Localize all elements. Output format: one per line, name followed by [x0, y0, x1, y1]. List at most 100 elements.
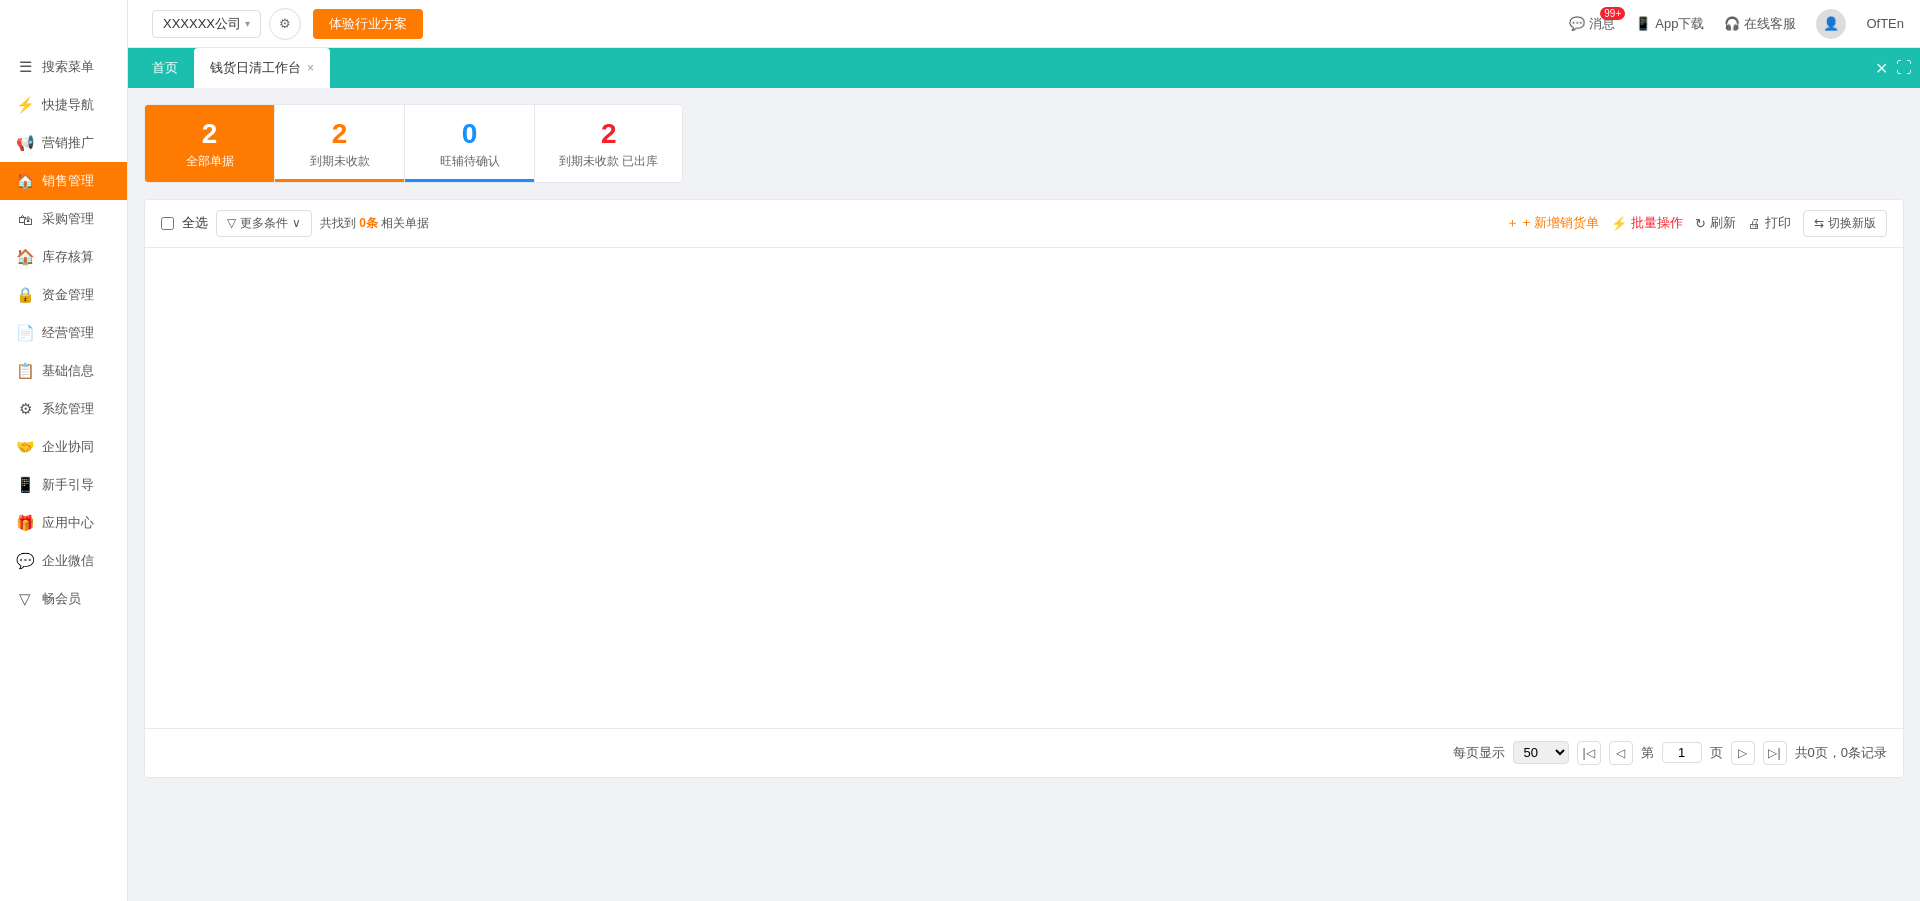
marketing-icon: 📢	[16, 134, 34, 152]
sidebar-item-sales[interactable]: 🏠 销售管理	[0, 162, 127, 200]
sidebar-item-member[interactable]: ▽ 畅会员	[0, 580, 127, 618]
sidebar-label-system: 系统管理	[42, 400, 94, 418]
filter-chevron-icon: ∨	[292, 216, 301, 230]
switch-icon: ⇆	[1814, 216, 1824, 230]
sidebar-item-purchase[interactable]: 🛍 采购管理	[0, 200, 127, 238]
tab-label-1: 钱货日清工作台	[210, 59, 301, 77]
settings-button[interactable]: ⚙	[269, 8, 301, 40]
sidebar-item-system[interactable]: ⚙ 系统管理	[0, 390, 127, 428]
tab-label-0: 首页	[152, 59, 178, 77]
sidebar-label-member: 畅会员	[42, 590, 81, 608]
company-name: XXXXXX公司	[163, 15, 241, 33]
chevron-down-icon: ▾	[245, 18, 250, 29]
sidebar-item-wechat[interactable]: 💬 企业微信	[0, 542, 127, 580]
expand-tab-button[interactable]: ⛶	[1896, 59, 1912, 77]
sidebar-label-purchase: 采购管理	[42, 210, 94, 228]
trial-button[interactable]: 体验行业方案	[313, 9, 423, 39]
top-header: 6 畅捷通好生意 标准版 XXXXXX公司 ▾ ⚙ 体验行业方案 💬 消息 99…	[0, 0, 1920, 48]
last-page-button[interactable]: ▷|	[1763, 741, 1787, 765]
service-icon: 🎧	[1724, 16, 1740, 31]
next-page-button[interactable]: ▷	[1731, 741, 1755, 765]
stat-card-0[interactable]: 2 全部单据	[145, 105, 275, 182]
sidebar-label-enterprise: 企业协同	[42, 438, 94, 456]
company-selector[interactable]: XXXXXX公司 ▾	[152, 10, 261, 38]
add-label: + 新增销货单	[1523, 214, 1599, 232]
add-sales-order-button[interactable]: ＋ + 新增销货单	[1506, 214, 1599, 232]
refresh-button[interactable]: ↻ 刷新	[1695, 214, 1736, 232]
select-all-checkbox[interactable]	[161, 217, 174, 230]
page-size-label: 每页显示	[1453, 744, 1505, 762]
sidebar-item-capital[interactable]: 🔒 资金管理	[0, 276, 127, 314]
close-tab-button[interactable]: ✕	[1875, 59, 1888, 78]
tab-close-1[interactable]: ×	[307, 61, 314, 75]
sidebar-label-wechat: 企业微信	[42, 552, 94, 570]
first-page-button[interactable]: |◁	[1577, 741, 1601, 765]
system-icon: ⚙	[16, 400, 34, 418]
operation-icon: 📄	[16, 324, 34, 342]
member-icon: ▽	[16, 590, 34, 608]
stat-label-3: 到期未收款 已出库	[559, 153, 658, 170]
sidebar-label-sales: 销售管理	[42, 172, 94, 190]
toolbar-right: ＋ + 新增销货单 ⚡ 批量操作 ↻ 刷新 🖨 打印 ⇆ 切换新版	[1506, 210, 1887, 237]
sidebar-item-marketing[interactable]: 📢 营销推广	[0, 124, 127, 162]
online-service-button[interactable]: 🎧 在线客服	[1724, 15, 1796, 33]
gear-icon: ⚙	[279, 16, 291, 31]
sidebar-item-operation[interactable]: 📄 经营管理	[0, 314, 127, 352]
toolbar: 全选 ▽ 更多条件 ∨ 共找到 0条 相关单据 ＋ + 新增销货单 ⚡ 批量操作	[145, 200, 1903, 248]
stat-card-3[interactable]: 2 到期未收款 已出库	[535, 105, 682, 182]
sidebar-label-guide: 新手引导	[42, 476, 94, 494]
app-center-icon: 🎁	[16, 514, 34, 532]
sidebar-label-operation: 经营管理	[42, 324, 94, 342]
print-label: 打印	[1765, 214, 1791, 232]
guide-icon: 📱	[16, 476, 34, 494]
sidebar-item-basic-info[interactable]: 📋 基础信息	[0, 352, 127, 390]
sidebar-item-inventory[interactable]: 🏠 库存核算	[0, 238, 127, 276]
tab-1[interactable]: 钱货日清工作台 ×	[194, 48, 330, 88]
stat-card-1[interactable]: 2 到期未收款	[275, 105, 405, 182]
table-container: 全选 ▽ 更多条件 ∨ 共找到 0条 相关单据 ＋ + 新增销货单 ⚡ 批量操作	[144, 199, 1904, 778]
sidebar-item-quick-nav[interactable]: ⚡ 快捷导航	[0, 86, 127, 124]
stat-card-2[interactable]: 0 旺辅待确认	[405, 105, 535, 182]
page-size-select[interactable]: 2050100	[1513, 741, 1569, 764]
batch-label: 批量操作	[1631, 214, 1683, 232]
enterprise-icon: 🤝	[16, 438, 34, 456]
pagination: 每页显示 2050100 |◁ ◁ 第 页 ▷ ▷| 共0页，0条记录	[145, 728, 1903, 777]
batch-operation-button[interactable]: ⚡ 批量操作	[1611, 214, 1683, 232]
sidebar-item-enterprise[interactable]: 🤝 企业协同	[0, 428, 127, 466]
sidebar-item-app-center[interactable]: 🎁 应用中心	[0, 504, 127, 542]
stat-number-0: 2	[169, 117, 250, 151]
batch-icon: ⚡	[1611, 216, 1627, 231]
table-empty-area	[145, 248, 1903, 728]
print-button[interactable]: 🖨 打印	[1748, 214, 1791, 232]
filter-icon: ▽	[227, 216, 236, 230]
main-content: 2 全部单据 2 到期未收款 0 旺辅待确认 2 到期未收款 已出库 全选 ▽ …	[128, 88, 1920, 901]
wechat-icon: 💬	[16, 552, 34, 570]
sidebar-label-inventory: 库存核算	[42, 248, 94, 266]
message-badge: 99+	[1600, 7, 1625, 20]
total-records: 共0页，0条记录	[1795, 744, 1887, 762]
switch-version-button[interactable]: ⇆ 切换新版	[1803, 210, 1887, 237]
tab-0[interactable]: 首页	[136, 48, 194, 88]
page-input[interactable]	[1662, 742, 1702, 763]
filter-button[interactable]: ▽ 更多条件 ∨	[216, 210, 312, 237]
refresh-label: 刷新	[1710, 214, 1736, 232]
sidebar-label-marketing: 营销推广	[42, 134, 94, 152]
sidebar-item-guide[interactable]: 📱 新手引导	[0, 466, 127, 504]
sidebar-item-search-menu[interactable]: ☰ 搜索菜单	[0, 48, 127, 86]
sidebar-label-app-center: 应用中心	[42, 514, 94, 532]
page-suffix: 页	[1710, 744, 1723, 762]
app-download-label: App下载	[1655, 15, 1704, 33]
avatar-icon: 👤	[1823, 16, 1839, 31]
stats-row: 2 全部单据 2 到期未收款 0 旺辅待确认 2 到期未收款 已出库	[144, 104, 683, 183]
avatar[interactable]: 👤	[1816, 9, 1846, 39]
prev-page-button[interactable]: ◁	[1609, 741, 1633, 765]
sidebar-label-quick-nav: 快捷导航	[42, 96, 94, 114]
capital-icon: 🔒	[16, 286, 34, 304]
filter-label: 更多条件	[240, 215, 288, 232]
select-all-label: 全选	[182, 214, 208, 232]
app-download-button[interactable]: 📱 App下载	[1635, 15, 1704, 33]
message-button[interactable]: 💬 消息 99+	[1569, 15, 1615, 33]
refresh-icon: ↻	[1695, 216, 1706, 231]
stat-number-2: 0	[429, 117, 510, 151]
stat-label-2: 旺辅待确认	[429, 153, 510, 170]
